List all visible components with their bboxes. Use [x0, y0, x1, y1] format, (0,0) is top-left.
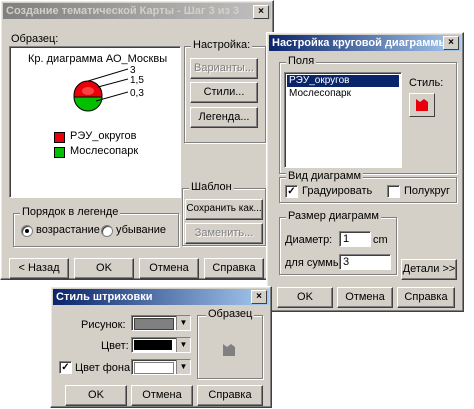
ascending-radio[interactable] — [21, 225, 33, 237]
variants-button[interactable]: Варианты... — [190, 58, 258, 79]
legend-swatch-green — [54, 147, 65, 158]
graduate-checkbox[interactable]: ✓ — [285, 185, 298, 198]
fields-group-label: Поля — [286, 55, 317, 67]
scale-line-2 — [97, 78, 129, 88]
settings-group-label: Настройка: — [191, 39, 253, 51]
pattern-swatch — [134, 318, 174, 330]
styles-button[interactable]: Стили... — [190, 82, 258, 103]
pie-sample-icon — [73, 80, 103, 112]
sample-label: Образец: — [11, 33, 59, 45]
legend-item-label: РЭУ_округов — [70, 130, 137, 142]
diameter-unit: cm — [373, 234, 388, 246]
style-swatch-button[interactable] — [409, 93, 435, 117]
template-group-label: Шаблон — [189, 181, 234, 193]
for-sum-value: 3 — [343, 256, 350, 268]
color-swatch — [134, 340, 172, 350]
pie-ok-button[interactable]: OK — [277, 287, 333, 308]
replace-button[interactable]: Заменить... — [185, 223, 263, 244]
wizard-title: Создание тематической Карты - Шаг 3 из 3 — [6, 5, 240, 17]
pie-settings-titlebar[interactable]: Настройка круговой диаграммы — [269, 35, 461, 51]
preview-group-label: Образец — [206, 308, 255, 320]
fields-list[interactable]: РЭУ_округов Мослесопарк — [284, 72, 402, 168]
pie-settings-dialog: Настройка круговой диаграммы × Поля РЭУ_… — [266, 32, 464, 312]
style-label: Стиль: — [409, 77, 444, 89]
for-sum-input[interactable]: 3 — [339, 254, 391, 270]
wizard-close-button[interactable]: × — [253, 5, 269, 19]
pie-settings-close-button[interactable]: × — [443, 36, 459, 50]
scale-line-1 — [87, 68, 129, 82]
hatch-preview-icon — [223, 344, 235, 356]
scale-value-2: 1,5 — [130, 75, 144, 86]
bg-color-label[interactable]: Цвет фона: — [75, 362, 133, 374]
pattern-label: Рисунок: — [81, 319, 126, 331]
hatch-help-button[interactable]: Справка — [197, 385, 263, 406]
legend-order-group-label: Порядок в легенде — [20, 206, 121, 218]
wizard-ok-button[interactable]: OK — [74, 258, 134, 279]
hatch-style-close-button[interactable]: × — [251, 290, 267, 304]
pie-help-button[interactable]: Справка — [397, 287, 455, 308]
pie-cancel-button[interactable]: Отмена — [337, 287, 393, 308]
legend-title: Кр. диаграмма АО_Москвы — [28, 53, 168, 65]
pie-scale-preview: 3 1,5 0,3 — [73, 65, 144, 112]
bg-color-swatch — [134, 362, 174, 374]
half-circle-checkbox[interactable] — [387, 185, 400, 198]
chevron-down-icon[interactable]: ▼ — [176, 338, 190, 352]
color-select[interactable]: ▼ — [131, 337, 191, 353]
wizard-help-button[interactable]: Справка — [204, 258, 264, 279]
color-label: Цвет: — [101, 340, 129, 352]
wizard-titlebar[interactable]: Создание тематической Карты - Шаг 3 из 3 — [3, 3, 271, 19]
hatch-style-title: Стиль штриховки — [56, 291, 153, 303]
hatch-style-titlebar[interactable]: Стиль штриховки — [53, 289, 269, 305]
back-button[interactable]: < Назад — [9, 258, 69, 279]
hatch-style-dialog: Стиль штриховки × Рисунок: ▼ Цвет: ▼ ✓ Ц… — [50, 286, 272, 408]
legend-item-label: Мослесопарк — [70, 145, 139, 157]
details-button[interactable]: Детали >> — [401, 259, 457, 280]
half-circle-label[interactable]: Полукруг — [404, 185, 450, 197]
field-item[interactable]: Мослесопарк — [287, 88, 351, 100]
style-swatch-icon — [416, 99, 428, 111]
bg-color-select[interactable]: ▼ — [131, 359, 191, 375]
view-group-label: Вид диаграмм — [286, 170, 364, 182]
hatch-ok-button[interactable]: OK — [65, 385, 127, 406]
diameter-label: Диаметр: — [285, 234, 333, 246]
diameter-value: 1 — [343, 233, 350, 245]
legend-preview-pane: Кр. диаграмма АО_Москвы 3 1,5 0,3 РЭУ_ок… — [9, 46, 181, 198]
graduate-label[interactable]: Градуировать — [302, 185, 372, 197]
legend-button[interactable]: Легенда... — [190, 107, 258, 128]
for-sum-label: для суммы: — [285, 257, 344, 269]
descending-radio[interactable] — [101, 225, 113, 237]
legend-swatch-red — [54, 132, 65, 143]
chevron-down-icon[interactable]: ▼ — [176, 360, 190, 374]
wizard-cancel-button[interactable]: Отмена — [139, 258, 199, 279]
pie-settings-title: Настройка круговой диаграммы — [272, 37, 448, 49]
diameter-input[interactable]: 1 — [339, 231, 371, 247]
thematic-map-wizard-dialog: Создание тематической Карты - Шаг 3 из 3… — [0, 0, 274, 280]
descending-label[interactable]: убывание — [116, 224, 166, 236]
size-group-label: Размер диаграмм — [286, 210, 381, 222]
bg-color-checkbox[interactable]: ✓ — [59, 361, 72, 374]
save-as-button[interactable]: Сохранить как... — [185, 199, 263, 220]
scale-value-3: 0,3 — [130, 88, 144, 99]
ascending-label[interactable]: возрастание — [36, 224, 100, 236]
field-item-selected[interactable]: РЭУ_округов — [287, 75, 399, 87]
hatch-cancel-button[interactable]: Отмена — [131, 385, 193, 406]
chevron-down-icon[interactable]: ▼ — [176, 316, 190, 330]
pattern-select[interactable]: ▼ — [131, 315, 191, 331]
